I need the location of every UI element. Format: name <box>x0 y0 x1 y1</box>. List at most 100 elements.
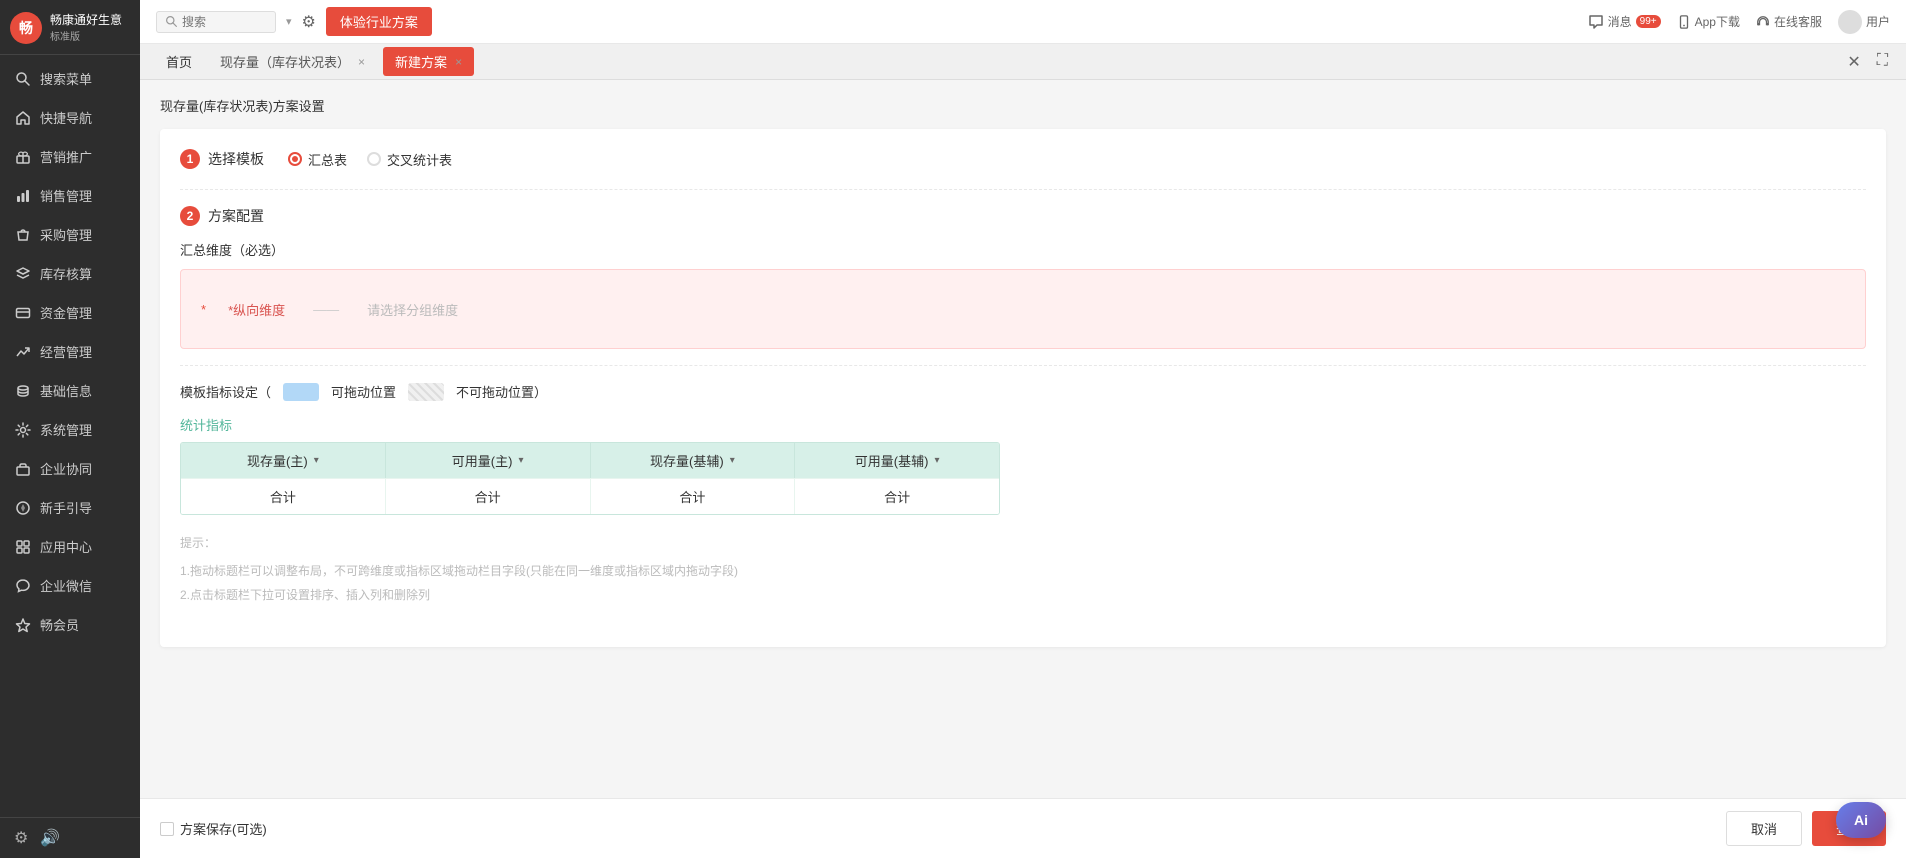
col-chevron-3[interactable]: ▾ <box>934 455 939 466</box>
radio-cross[interactable]: 交叉统计表 <box>367 150 452 169</box>
tab-home[interactable]: 首页 <box>152 46 206 77</box>
sidebar-item-basics[interactable]: 基础信息 <box>0 371 140 410</box>
col-current-base[interactable]: 现存量(基辅) ▾ <box>591 443 796 478</box>
col-available-base[interactable]: 可用量(基辅) ▾ <box>795 443 999 478</box>
sidebar-item-label: 采购管理 <box>40 225 92 244</box>
stats-table: 现存量(主) ▾ 可用量(主) ▾ 现存量(基辅) ▾ 可用量(基辅) <box>180 442 1000 515</box>
star-icon <box>14 616 32 634</box>
col-current-main[interactable]: 现存量(主) ▾ <box>181 443 386 478</box>
headset-icon <box>1756 15 1770 29</box>
message-badge: 99+ <box>1636 15 1661 28</box>
shopping-bag-icon <box>14 226 32 244</box>
app-name: 畅康通好生意 <box>50 13 122 29</box>
col-chevron-0[interactable]: ▾ <box>314 455 319 466</box>
sidebar-item-label: 系统管理 <box>40 420 92 439</box>
radio-summary-dot <box>288 152 302 166</box>
online-service-btn[interactable]: 在线客服 <box>1756 13 1822 30</box>
main-area: ▾ ⚙ 体验行业方案 消息 99+ App下载 在线客服 用户 <box>140 0 1906 858</box>
sidebar-item-label: 经营管理 <box>40 342 92 361</box>
template-radio-group: 汇总表 交叉统计表 <box>288 150 452 169</box>
sidebar-item-system[interactable]: 系统管理 <box>0 410 140 449</box>
sidebar-item-wechat[interactable]: 企业微信 <box>0 566 140 605</box>
grid-icon <box>14 538 32 556</box>
dim-label: *纵向维度 <box>228 300 285 319</box>
save-option[interactable]: 方案保存(可选) <box>160 819 267 838</box>
messages-btn[interactable]: 消息 99+ <box>1588 13 1661 30</box>
gift-icon <box>14 148 32 166</box>
sound-footer-icon[interactable]: 🔊 <box>40 828 60 848</box>
step1-section: 1 选择模板 汇总表 交叉统计表 <box>180 149 1866 169</box>
expand-window-btn[interactable]: ⛶ <box>1871 50 1894 74</box>
briefcase-icon <box>14 460 32 478</box>
window-controls: ✕ ⛶ <box>1841 50 1894 74</box>
tab-inventory-status[interactable]: 现存量（库存状况表） × <box>206 46 379 77</box>
sidebar-item-label: 库存核算 <box>40 264 92 283</box>
cancel-button[interactable]: 取消 <box>1726 811 1802 846</box>
tab-new-plan[interactable]: 新建方案 × <box>383 47 474 76</box>
sidebar-item-member[interactable]: 畅会员 <box>0 605 140 644</box>
sidebar-item-finance[interactable]: 资金管理 <box>0 293 140 332</box>
sidebar-item-marketing[interactable]: 营销推广 <box>0 137 140 176</box>
step1-title: 选择模板 <box>208 149 264 169</box>
stats-label: 统计指标 <box>180 415 1866 434</box>
search-box[interactable] <box>156 11 276 33</box>
tab-close-new-plan[interactable]: × <box>455 55 462 69</box>
sidebar-item-sales[interactable]: 销售管理 <box>0 176 140 215</box>
sidebar-item-operations[interactable]: 经营管理 <box>0 332 140 371</box>
tab-close-inventory[interactable]: × <box>358 55 365 69</box>
dimension-selector-box[interactable]: **纵向维度 —— 请选择分组维度 <box>180 269 1866 349</box>
sidebar-item-app-center[interactable]: 应用中心 <box>0 527 140 566</box>
trial-btn[interactable]: 体验行业方案 <box>326 7 432 36</box>
dimension-content: **纵向维度 —— 请选择分组维度 <box>201 300 458 319</box>
summary-dim-label: 汇总维度（必选） <box>180 240 1866 259</box>
mobile-icon <box>1677 15 1691 29</box>
col-available-main[interactable]: 可用量(主) ▾ <box>386 443 591 478</box>
topbar-right: 消息 99+ App下载 在线客服 用户 <box>1588 10 1890 34</box>
sidebar-item-label: 快捷导航 <box>40 108 92 127</box>
user-avatar-btn[interactable]: 用户 <box>1838 10 1890 34</box>
col-chevron-1[interactable]: ▾ <box>518 455 523 466</box>
step2-header: 2 方案配置 <box>180 206 1866 226</box>
radio-cross-dot <box>367 152 381 166</box>
logo-icon: 畅 <box>10 12 42 44</box>
sidebar-item-label: 营销推广 <box>40 147 92 166</box>
ai-float-btn[interactable]: Ai <box>1836 802 1886 838</box>
radio-summary[interactable]: 汇总表 <box>288 150 347 169</box>
save-checkbox[interactable] <box>160 822 174 836</box>
required-star: * <box>201 302 206 317</box>
sidebar-item-label: 新手引导 <box>40 498 92 517</box>
dim-separator: —— <box>313 302 339 317</box>
close-window-btn[interactable]: ✕ <box>1841 50 1866 74</box>
step1-badge: 1 <box>180 149 200 169</box>
tip-1: 1.拖动标题栏可以调整布局，不可跨维度或指标区域拖动栏目字段(只能在同一维度或指… <box>180 559 1866 583</box>
sidebar-item-corp[interactable]: 企业协同 <box>0 449 140 488</box>
trending-up-icon <box>14 343 32 361</box>
app-edition: 标准版 <box>50 28 122 43</box>
sidebar-item-label: 应用中心 <box>40 537 92 556</box>
sidebar-logo: 畅 畅康通好生意 标准版 <box>0 0 140 55</box>
bar-chart-icon <box>14 187 32 205</box>
sidebar-item-label: 企业协同 <box>40 459 92 478</box>
col-chevron-2[interactable]: ▾ <box>730 455 735 466</box>
app-download-btn[interactable]: App下载 <box>1677 13 1740 30</box>
sidebar-item-newbie[interactable]: 新手引导 <box>0 488 140 527</box>
home-icon <box>14 109 32 127</box>
movable-indicator <box>283 383 319 401</box>
sidebar-item-inventory[interactable]: 库存核算 <box>0 254 140 293</box>
search-chevron-icon: ▾ <box>286 15 292 28</box>
cell-1: 合计 <box>386 479 591 514</box>
settings-footer-icon[interactable]: ⚙ <box>14 828 28 848</box>
plan-card: 1 选择模板 汇总表 交叉统计表 <box>160 129 1886 647</box>
sidebar-item-quick-nav[interactable]: 快捷导航 <box>0 98 140 137</box>
gear-topbar-icon[interactable]: ⚙ <box>302 12 316 32</box>
step2-title: 方案配置 <box>208 206 264 226</box>
stats-table-header: 现存量(主) ▾ 可用量(主) ▾ 现存量(基辅) ▾ 可用量(基辅) <box>181 443 999 478</box>
sidebar-item-label: 企业微信 <box>40 576 92 595</box>
tips-section: 提示： 1.拖动标题栏可以调整布局，不可跨维度或指标区域拖动栏目字段(只能在同一… <box>180 531 1866 607</box>
sidebar-item-search-menu[interactable]: 搜索菜单 <box>0 59 140 98</box>
bottom-bar: 方案保存(可选) 取消 查询 <box>140 798 1906 858</box>
indicator-row: 模板指标设定（ 可拖动位置 不可拖动位置） <box>180 382 1866 401</box>
sidebar-item-purchase[interactable]: 采购管理 <box>0 215 140 254</box>
sidebar-item-label: 销售管理 <box>40 186 92 205</box>
search-input[interactable] <box>182 15 262 29</box>
